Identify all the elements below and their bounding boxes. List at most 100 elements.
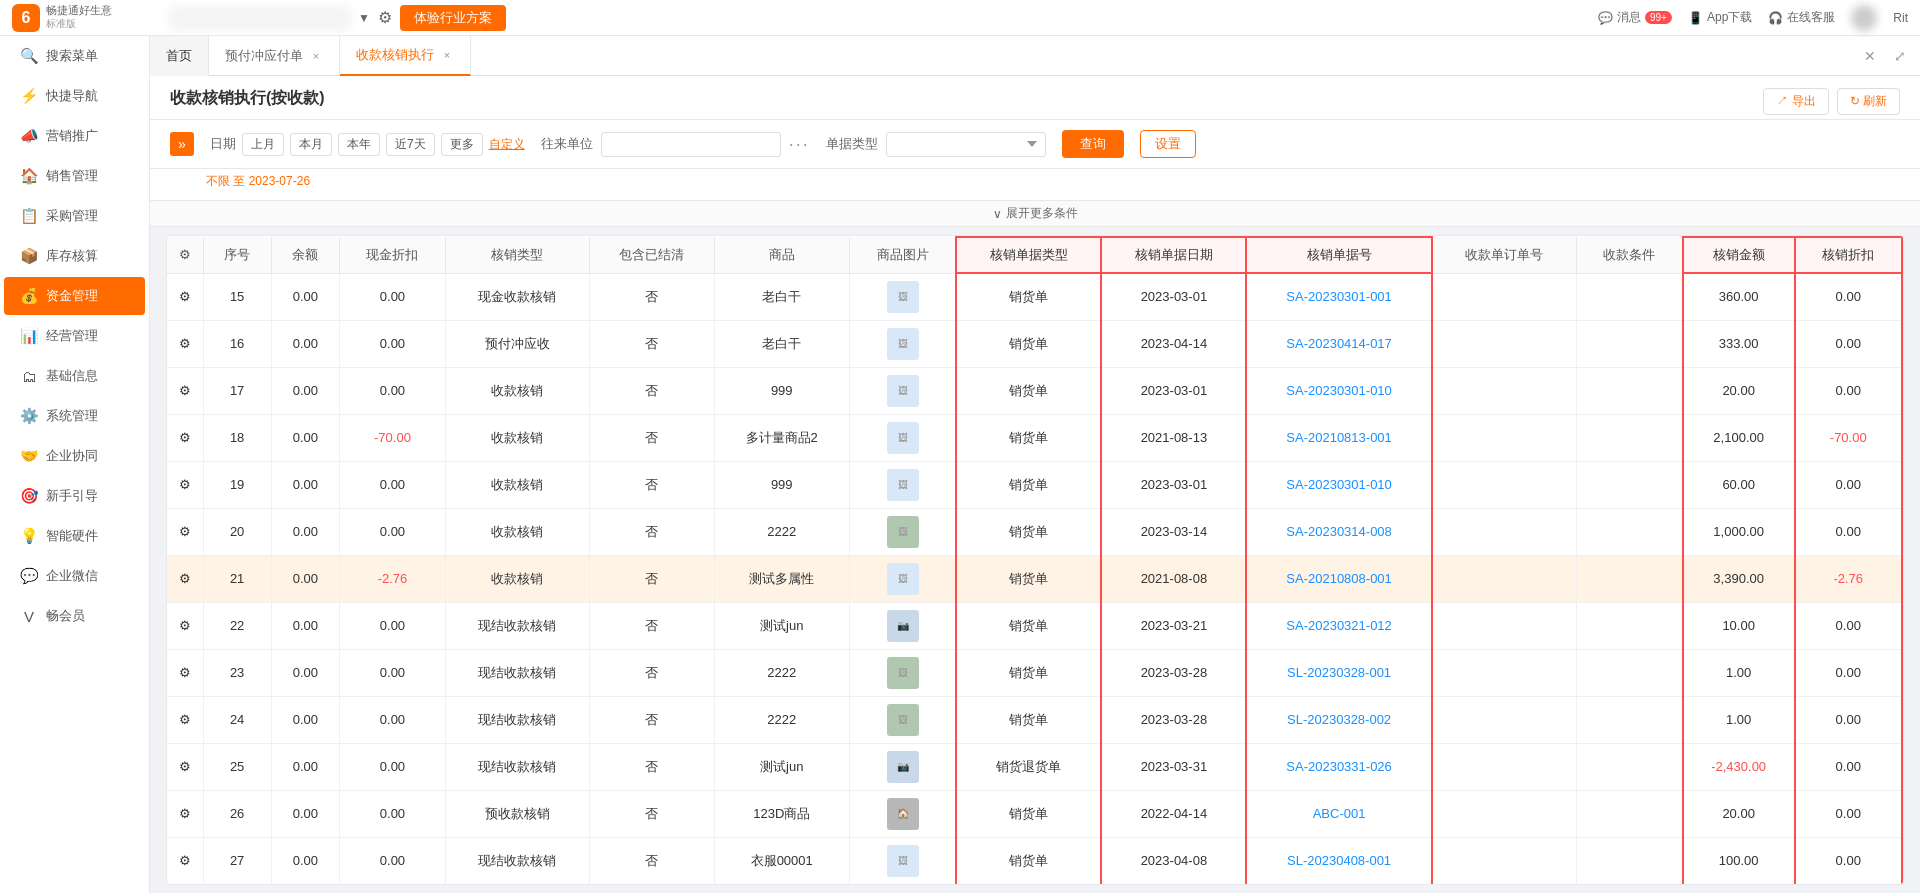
sidebar-item-hardware[interactable]: 💡 智能硬件 (4, 517, 145, 555)
td-verify-bill-no[interactable]: SL-20230328-002 (1246, 696, 1431, 743)
td-settings[interactable]: ⚙ (167, 884, 203, 885)
td-verify-bill-no[interactable]: ABC-001 (1246, 790, 1431, 837)
table-row: ⚙ 16 0.00 0.00 预付冲应收 否 老白干 🖼 销货单 2023-04… (167, 320, 1902, 367)
bill-no-link[interactable]: SL-20230328-001 (1287, 665, 1391, 680)
td-verify-type: 现结收款核销 (445, 837, 589, 884)
company-search-input[interactable] (170, 7, 350, 29)
sidebar-item-wechat[interactable]: 💬 企业微信 (4, 557, 145, 595)
message-action[interactable]: 💬 消息 99+ (1598, 9, 1672, 26)
sidebar-item-newguide[interactable]: 🎯 新手引导 (4, 477, 145, 515)
bill-no-link[interactable]: SA-20210813-001 (1286, 430, 1392, 445)
td-settings[interactable]: ⚙ (167, 790, 203, 837)
sidebar-label-finance: 资金管理 (46, 287, 98, 305)
sidebar-item-cooperation[interactable]: 🤝 企业协同 (4, 437, 145, 475)
sidebar-item-purchase[interactable]: 📋 采购管理 (4, 197, 145, 235)
td-verify-bill-no[interactable]: SA-20210808-001 (1246, 555, 1431, 602)
bill-no-link[interactable]: SA-20230331-026 (1286, 759, 1392, 774)
tab-close-window[interactable]: ✕ (1858, 44, 1882, 68)
tab-maximize[interactable]: ⤢ (1888, 44, 1912, 68)
td-settings[interactable]: ⚙ (167, 837, 203, 884)
td-verify-bill-date: 2021-08-08 (1101, 555, 1246, 602)
bill-no-link[interactable]: SA-20230321-012 (1286, 618, 1392, 633)
td-verify-bill-no[interactable]: SA-20230331-026 (1246, 743, 1431, 790)
td-verify-bill-no[interactable]: SL-20230408-001 (1246, 837, 1431, 884)
last-7days-btn[interactable]: 近7天 (386, 133, 435, 156)
td-verify-bill-no[interactable]: SA-20230301-010 (1246, 461, 1431, 508)
bill-no-link[interactable]: ABC-001 (1313, 806, 1366, 821)
td-settings[interactable]: ⚙ (167, 602, 203, 649)
bill-no-link[interactable]: SA-20230414-017 (1286, 336, 1392, 351)
td-settings[interactable]: ⚙ (167, 320, 203, 367)
td-verify-bill-no[interactable]: SL-20230418-001 (1246, 884, 1431, 885)
td-verify-bill-no[interactable]: SA-20230301-010 (1246, 367, 1431, 414)
td-verify-bill-no[interactable]: SA-20210813-001 (1246, 414, 1431, 461)
sidebar-label-wechat: 企业微信 (46, 567, 98, 585)
td-settings[interactable]: ⚙ (167, 367, 203, 414)
industry-solution-btn[interactable]: 体验行业方案 (400, 5, 506, 31)
td-settings[interactable]: ⚙ (167, 273, 203, 320)
bill-no-link[interactable]: SL-20230328-002 (1287, 712, 1391, 727)
sidebar-item-sales[interactable]: 🏠 销售管理 (4, 157, 145, 195)
tab-receipt[interactable]: 收款核销执行 × (340, 36, 471, 76)
tab-prepay[interactable]: 预付冲应付单 × (209, 36, 340, 76)
sidebar-item-member[interactable]: V 畅会员 (4, 597, 145, 635)
td-no: 24 (203, 696, 271, 743)
bill-no-link[interactable]: SA-20230301-010 (1286, 477, 1392, 492)
td-settings[interactable]: ⚙ (167, 743, 203, 790)
td-verify-bill-no[interactable]: SL-20230328-001 (1246, 649, 1431, 696)
sidebar-item-system[interactable]: ⚙️ 系统管理 (4, 397, 145, 435)
bill-no-link[interactable]: SA-20230301-001 (1286, 289, 1392, 304)
sidebar-item-shortcut[interactable]: ⚡ 快捷导航 (4, 77, 145, 115)
td-verify-bill-date: 2023-03-14 (1101, 508, 1246, 555)
td-verify-bill-no[interactable]: SA-20230314-008 (1246, 508, 1431, 555)
td-no: 16 (203, 320, 271, 367)
td-settings[interactable]: ⚙ (167, 555, 203, 602)
table-container[interactable]: ⚙ 序号 余额 现金折扣 核销类型 包含已结清 商品 商品图片 核销单据类型 核… (166, 235, 1904, 885)
dropdown-icon[interactable]: ▼ (358, 11, 370, 25)
settings-btn[interactable]: 设置 (1140, 130, 1196, 158)
bill-no-link[interactable]: SA-20210808-001 (1286, 571, 1392, 586)
more-dots[interactable]: ··· (789, 134, 810, 155)
bill-no-link[interactable]: SA-20230314-008 (1286, 524, 1392, 539)
th-settings[interactable]: ⚙ (167, 237, 203, 273)
tab-prepay-close[interactable]: × (309, 49, 323, 63)
this-year-btn[interactable]: 本年 (338, 133, 380, 156)
td-settings[interactable]: ⚙ (167, 508, 203, 555)
filter-toggle-btn[interactable]: » (170, 132, 194, 156)
td-settings[interactable]: ⚙ (167, 696, 203, 743)
sidebar-item-finance[interactable]: 💰 资金管理 (4, 277, 145, 315)
last-month-btn[interactable]: 上月 (242, 133, 284, 156)
app-download-action[interactable]: 📱 App下载 (1688, 9, 1752, 26)
td-settings[interactable]: ⚙ (167, 414, 203, 461)
td-no: 28 (203, 884, 271, 885)
expand-bar[interactable]: ∨ 展开更多条件 (150, 201, 1920, 227)
td-verify-bill-no[interactable]: SA-20230321-012 (1246, 602, 1431, 649)
refresh-btn[interactable]: ↻ 刷新 (1837, 88, 1900, 115)
settings-icon[interactable]: ⚙ (378, 8, 392, 27)
online-service-action[interactable]: 🎧 在线客服 (1768, 9, 1835, 26)
tab-home[interactable]: 首页 (150, 36, 209, 76)
from-unit-input[interactable] (601, 132, 781, 157)
query-btn[interactable]: 查询 (1062, 130, 1124, 158)
td-settings[interactable]: ⚙ (167, 649, 203, 696)
export-btn[interactable]: ↗ 导出 (1763, 88, 1828, 115)
td-verify-bill-no[interactable]: SA-20230414-017 (1246, 320, 1431, 367)
td-settings[interactable]: ⚙ (167, 461, 203, 508)
tab-receipt-close[interactable]: × (440, 48, 454, 62)
sidebar-item-search[interactable]: 🔍 搜索菜单 (4, 37, 145, 75)
sidebar-item-marketing[interactable]: 📣 营销推广 (4, 117, 145, 155)
td-product: 123D商品 (714, 790, 849, 837)
td-verify-discount: 0.00 (1795, 320, 1903, 367)
sidebar-item-basic[interactable]: 🗂 基础信息 (4, 357, 145, 395)
this-month-btn[interactable]: 本月 (290, 133, 332, 156)
avatar[interactable] (1851, 5, 1877, 31)
bill-type-select[interactable] (886, 132, 1046, 157)
bill-no-link[interactable]: SL-20230408-001 (1287, 853, 1391, 868)
td-verify-bill-no[interactable]: SA-20230301-001 (1246, 273, 1431, 320)
sidebar-item-operations[interactable]: 📊 经营管理 (4, 317, 145, 355)
bill-no-link[interactable]: SA-20230301-010 (1286, 383, 1392, 398)
td-product-image: 🖼 (849, 837, 956, 884)
more-btn[interactable]: 更多 (441, 133, 483, 156)
custom-btn[interactable]: 自定义 (489, 136, 525, 153)
sidebar-item-inventory[interactable]: 📦 库存核算 (4, 237, 145, 275)
